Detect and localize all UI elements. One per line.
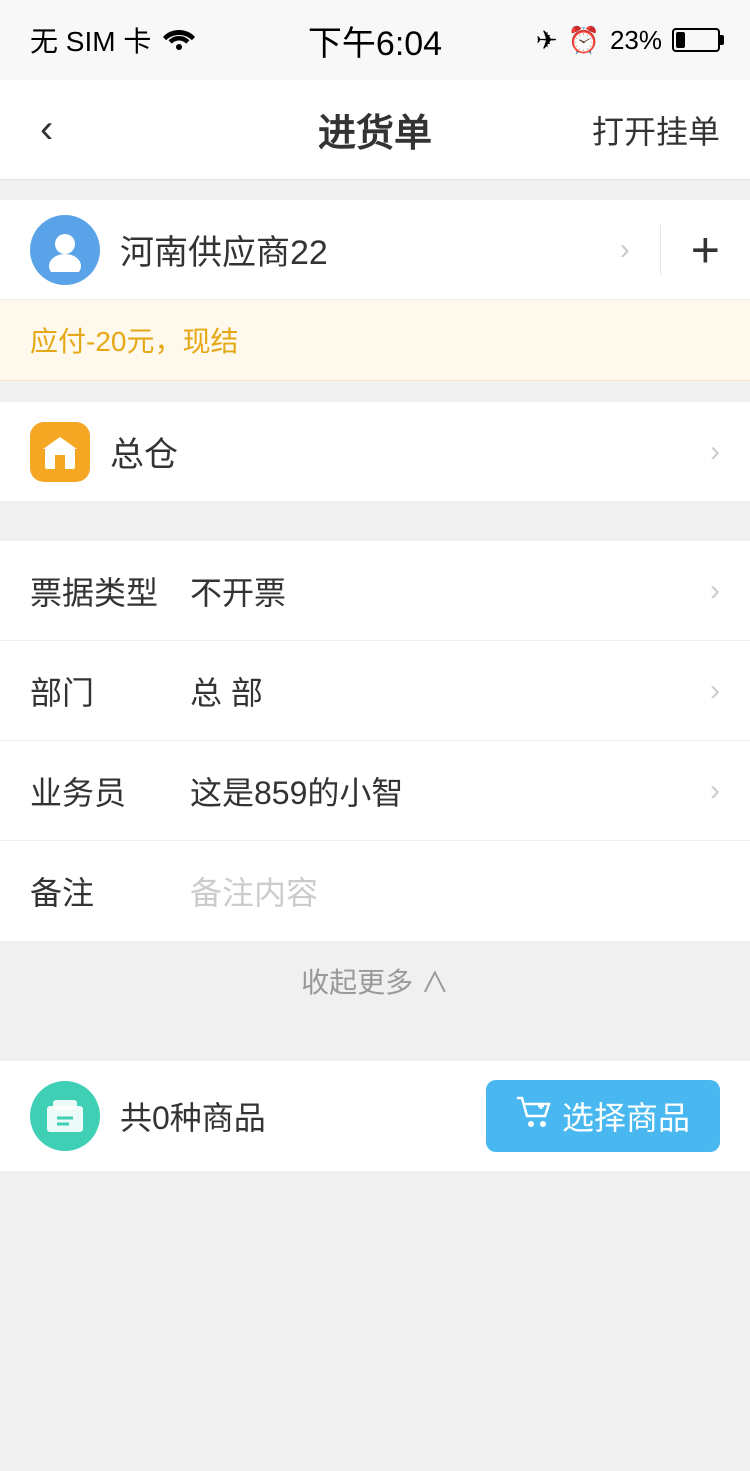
collapse-label: 收起更多 ∧ — [301, 961, 449, 1001]
warehouse-icon — [30, 422, 90, 482]
status-time: 下午6:04 — [308, 16, 442, 65]
department-value: 总 部 — [190, 668, 710, 714]
notice-bar: 应付-20元，现结 — [0, 300, 750, 381]
remark-label: 备注 — [30, 868, 170, 914]
form-section: 票据类型 不开票 › 部门 总 部 › 业务员 这是859的小智 › 备注 备注… — [0, 541, 750, 941]
product-bar: 共0种商品 选择商品 — [0, 1061, 750, 1171]
divider — [660, 225, 661, 275]
alarm-icon: ⏰ — [568, 25, 600, 56]
status-bar: 无 SIM 卡 下午6:04 ✈ ⏰ 23% — [0, 0, 750, 80]
select-product-button[interactable]: 选择商品 — [486, 1080, 720, 1152]
salesman-row[interactable]: 业务员 这是859的小智 › — [0, 741, 750, 841]
supplier-section: 河南供应商22 › + 应付-20元，现结 — [0, 200, 750, 381]
open-pending-button[interactable]: 打开挂单 — [592, 107, 720, 153]
section-gap-3 — [0, 501, 750, 521]
department-row[interactable]: 部门 总 部 › — [0, 641, 750, 741]
cart-icon — [516, 1096, 552, 1136]
bottom-background — [0, 1171, 750, 1471]
warehouse-section: 总仓 › — [0, 401, 750, 501]
invoice-chevron-icon: › — [710, 574, 720, 608]
invoice-label: 票据类型 — [30, 568, 170, 614]
add-supplier-button[interactable]: + — [691, 221, 720, 279]
department-chevron-icon: › — [710, 674, 720, 708]
product-count-label: 共0种商品 — [120, 1093, 486, 1139]
warehouse-name: 总仓 — [110, 427, 710, 476]
salesman-label: 业务员 — [30, 768, 170, 814]
select-product-label: 选择商品 — [562, 1093, 690, 1139]
remark-row[interactable]: 备注 备注内容 — [0, 841, 750, 941]
wifi-icon — [163, 24, 195, 57]
invoice-row[interactable]: 票据类型 不开票 › — [0, 541, 750, 641]
salesman-value: 这是859的小智 — [190, 768, 710, 814]
carrier-text: 无 SIM 卡 — [30, 20, 151, 60]
warehouse-chevron-icon: › — [710, 435, 720, 469]
section-gap-4 — [0, 1021, 750, 1041]
supplier-chevron-icon: › — [620, 233, 630, 267]
section-gap-1 — [0, 180, 750, 200]
remark-value[interactable]: 备注内容 — [190, 868, 720, 914]
page-title: 进货单 — [318, 102, 432, 157]
battery-indicator — [672, 28, 720, 52]
salesman-chevron-icon: › — [710, 774, 720, 808]
location-icon: ✈ — [536, 25, 558, 56]
product-icon — [30, 1081, 100, 1151]
notice-text: 应付-20元，现结 — [30, 326, 238, 357]
supplier-row[interactable]: 河南供应商22 › + — [0, 200, 750, 300]
warehouse-row[interactable]: 总仓 › — [0, 401, 750, 501]
collapse-row[interactable]: 收起更多 ∧ — [0, 941, 750, 1021]
supplier-avatar — [30, 215, 100, 285]
nav-bar: ‹ 进货单 打开挂单 — [0, 80, 750, 180]
supplier-name: 河南供应商22 — [120, 225, 620, 274]
status-right: ✈ ⏰ 23% — [536, 25, 720, 56]
department-label: 部门 — [30, 668, 170, 714]
invoice-value: 不开票 — [190, 568, 710, 614]
battery-percent: 23% — [610, 25, 662, 56]
status-left: 无 SIM 卡 — [30, 20, 195, 60]
section-gap-2 — [0, 381, 750, 401]
back-button[interactable]: ‹ — [30, 97, 63, 162]
